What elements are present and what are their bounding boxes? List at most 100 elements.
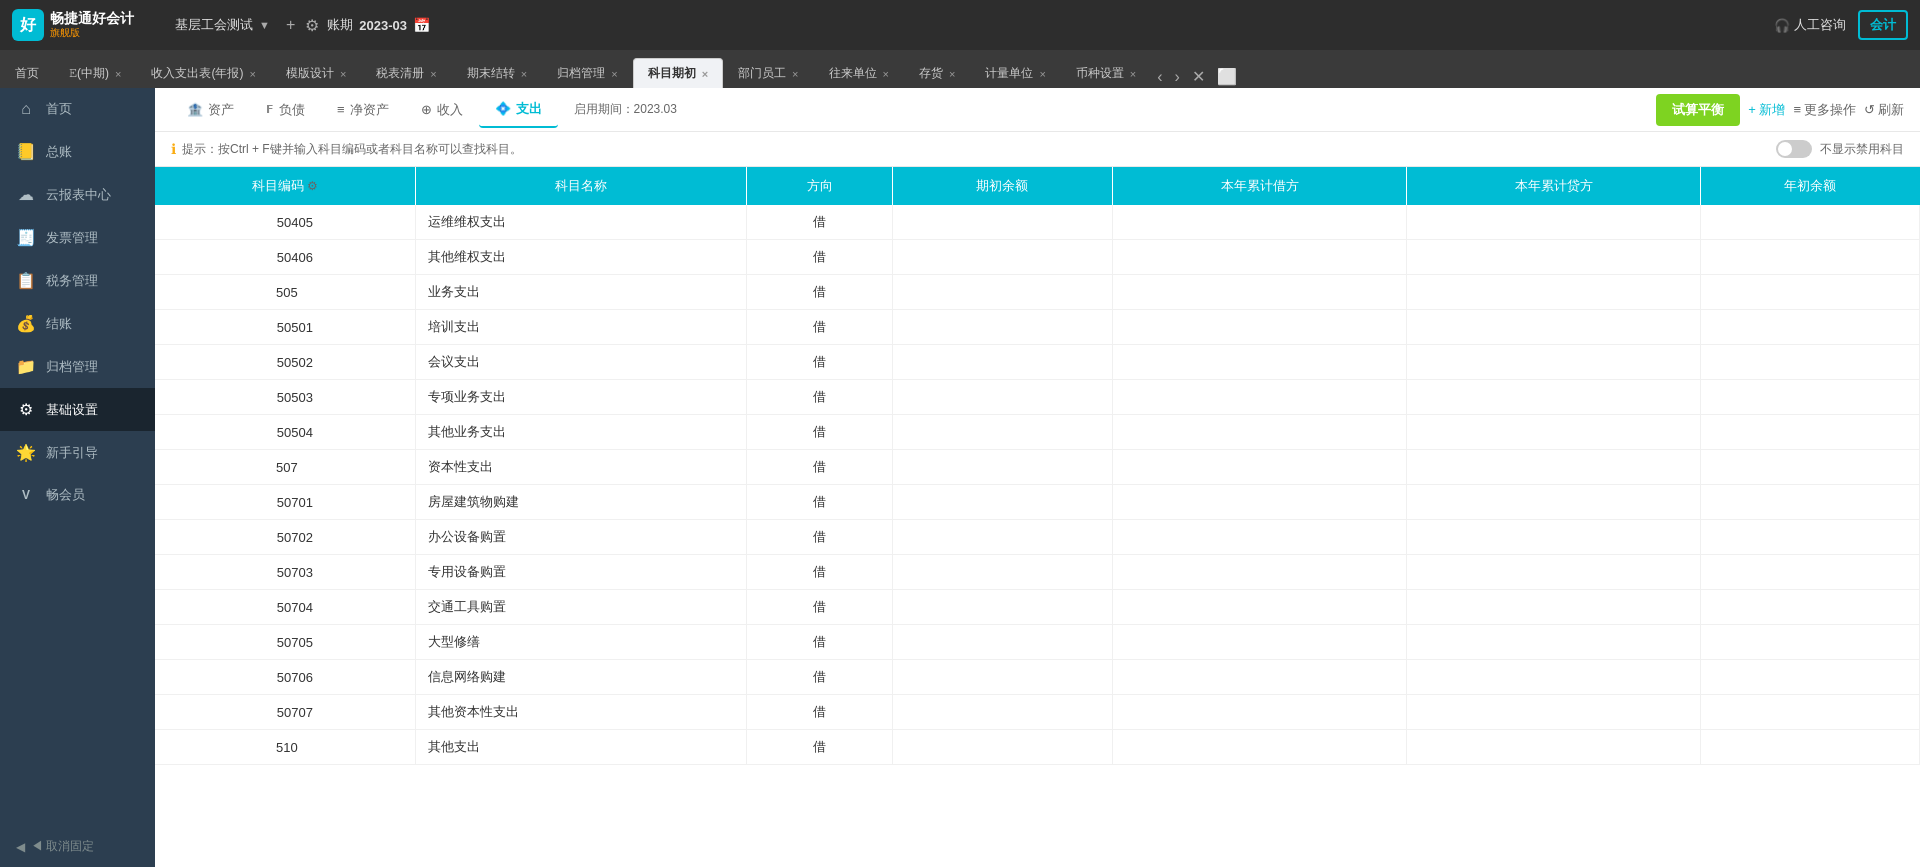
settings-icon[interactable]: ⚙ xyxy=(305,16,319,35)
tab-expand[interactable]: ⬜ xyxy=(1211,67,1243,86)
cell-ytd-debit xyxy=(1112,450,1406,485)
more-btn[interactable]: ≡ 更多操作 xyxy=(1793,101,1856,119)
archive-icon: 📁 xyxy=(16,357,36,376)
cell-name: 业务支出 xyxy=(415,275,746,310)
tab-home-label: 首页 xyxy=(15,65,39,82)
sidebar-item-tax[interactable]: 📋 税务管理 xyxy=(0,259,155,302)
tab-unit[interactable]: 计量单位 × xyxy=(970,58,1060,88)
table-row[interactable]: 50501培训支出借 xyxy=(155,310,1920,345)
more-label: 更多操作 xyxy=(1804,101,1856,119)
account-btn[interactable]: 会计 xyxy=(1858,10,1908,40)
tab-income-annual[interactable]: 收入支出表(年报) × xyxy=(136,58,270,88)
tab-period-end-close[interactable]: × xyxy=(521,68,527,80)
table-row[interactable]: 50701房屋建筑物购建借 xyxy=(155,485,1920,520)
table-row[interactable]: 50707其他资本性支出借 xyxy=(155,695,1920,730)
cell-ytd-debit xyxy=(1112,240,1406,275)
col-year-opening: 年初余额 xyxy=(1701,167,1920,205)
tab-archive-close[interactable]: × xyxy=(611,68,617,80)
table-row[interactable]: 50504其他业务支出借 xyxy=(155,415,1920,450)
sidebar-item-invoice[interactable]: 🧾 发票管理 xyxy=(0,216,155,259)
tab-tax-clear[interactable]: 税表清册 × xyxy=(361,58,451,88)
tab-income-annual-close[interactable]: × xyxy=(249,68,255,80)
sidebar-item-cloud-report[interactable]: ☁ 云报表中心 xyxy=(0,173,155,216)
tab-currency-close[interactable]: × xyxy=(1130,68,1136,80)
tab-nav-next[interactable]: › xyxy=(1169,68,1186,86)
table-row[interactable]: 50702办公设备购置借 xyxy=(155,520,1920,555)
tab-counterpart-close[interactable]: × xyxy=(883,68,889,80)
tab-period-end[interactable]: 期末结转 × xyxy=(452,58,542,88)
sidebar-collapse-btn[interactable]: ◀ ◀ 取消固定 xyxy=(0,826,155,867)
cell-name: 会议支出 xyxy=(415,345,746,380)
sidebar: ⌂ 首页 📒 总账 ☁ 云报表中心 🧾 发票管理 📋 税务管理 💰 结账 📁 归… xyxy=(0,88,155,867)
disable-toggle[interactable] xyxy=(1776,140,1812,158)
tab-interim-close[interactable]: × xyxy=(115,68,121,80)
subtab-equity[interactable]: ≡ 净资产 xyxy=(321,93,405,127)
calendar-icon[interactable]: 📅 xyxy=(413,17,430,33)
top-bar: 好 畅捷通好会计 旗舰版 基层工会测试 ▼ + ⚙ 账期 2023-03 📅 🎧… xyxy=(0,0,1920,50)
cell-ytd-credit xyxy=(1407,485,1701,520)
tab-home[interactable]: 首页 xyxy=(0,58,54,88)
table-row[interactable]: 507资本性支出借 xyxy=(155,450,1920,485)
cell-code: 510 xyxy=(155,730,415,765)
subtab-expense[interactable]: 💠 支出 xyxy=(479,92,558,128)
table-row[interactable]: 50703专用设备购置借 xyxy=(155,555,1920,590)
table-row[interactable]: 50405运维维权支出借 xyxy=(155,205,1920,240)
tab-nav-prev[interactable]: ‹ xyxy=(1151,68,1168,86)
tab-unit-close[interactable]: × xyxy=(1039,68,1045,80)
cell-year-opening xyxy=(1701,345,1920,380)
tab-template[interactable]: 模版设计 × xyxy=(271,58,361,88)
table-row[interactable]: 505业务支出借 xyxy=(155,275,1920,310)
tab-tax-clear-close[interactable]: × xyxy=(430,68,436,80)
cell-year-opening xyxy=(1701,555,1920,590)
table-row[interactable]: 50502会议支出借 xyxy=(155,345,1920,380)
sidebar-item-archive-mgmt[interactable]: 📁 归档管理 xyxy=(0,345,155,388)
table-row[interactable]: 50705大型修缮借 xyxy=(155,625,1920,660)
cell-direction: 借 xyxy=(747,625,893,660)
tab-subject-init[interactable]: 科目期初 × xyxy=(633,58,723,88)
sidebar-item-basic-settings[interactable]: ⚙ 基础设置 xyxy=(0,388,155,431)
tab-archive[interactable]: 归档管理 × xyxy=(542,58,632,88)
cell-ytd-credit xyxy=(1407,730,1701,765)
content-area: 🏦 资产 𝗙 负债 ≡ 净资产 ⊕ 收入 💠 支出 启用期间：2023.03 试… xyxy=(155,88,1920,867)
tab-template-close[interactable]: × xyxy=(340,68,346,80)
table-row[interactable]: 50503专项业务支出借 xyxy=(155,380,1920,415)
sidebar-item-member[interactable]: V 畅会员 xyxy=(0,474,155,516)
add-btn[interactable]: + 新增 xyxy=(1748,101,1785,119)
tab-interim[interactable]: 𝙴(中期) × xyxy=(54,58,136,88)
tab-dept-staff[interactable]: 部门员工 × xyxy=(723,58,813,88)
col-code-settings-icon[interactable]: ⚙ xyxy=(307,179,318,193)
sidebar-item-tax-label: 税务管理 xyxy=(46,272,98,290)
subtab-income[interactable]: ⊕ 收入 xyxy=(405,93,479,127)
sidebar-item-settlement[interactable]: 💰 结账 xyxy=(0,302,155,345)
cell-year-opening xyxy=(1701,415,1920,450)
table-container[interactable]: 科目编码 ⚙ 科目名称 方向 期初余额 本年累计借方 本年累计贷方 年初余额 5… xyxy=(155,167,1920,867)
company-selector[interactable]: 基层工会测试 ▼ xyxy=(175,16,270,34)
sidebar-item-home[interactable]: ⌂ 首页 xyxy=(0,88,155,130)
tab-subject-init-close[interactable]: × xyxy=(702,68,708,80)
cell-direction: 借 xyxy=(747,310,893,345)
table-row[interactable]: 50406其他维权支出借 xyxy=(155,240,1920,275)
tab-currency[interactable]: 币种设置 × xyxy=(1061,58,1151,88)
settings-sidebar-icon: ⚙ xyxy=(16,400,36,419)
subtab-asset[interactable]: 🏦 资产 xyxy=(171,93,250,127)
collapse-label: ◀ 取消固定 xyxy=(31,838,94,855)
cell-direction: 借 xyxy=(747,450,893,485)
tab-inventory[interactable]: 存货 × xyxy=(904,58,970,88)
cell-direction: 借 xyxy=(747,555,893,590)
subtab-liability[interactable]: 𝗙 负债 xyxy=(250,93,321,127)
sidebar-item-ledger[interactable]: 📒 总账 xyxy=(0,130,155,173)
tab-counterpart[interactable]: 往来单位 × xyxy=(814,58,904,88)
refresh-btn[interactable]: ↺ 刷新 xyxy=(1864,101,1904,119)
add-company-btn[interactable]: + xyxy=(286,16,295,34)
table-row[interactable]: 510其他支出借 xyxy=(155,730,1920,765)
table-row[interactable]: 50706信息网络购建借 xyxy=(155,660,1920,695)
balance-btn[interactable]: 试算平衡 xyxy=(1656,94,1740,126)
cell-code: 507 xyxy=(155,450,415,485)
help-btn[interactable]: 🎧 人工咨询 xyxy=(1774,16,1846,34)
tab-inventory-close[interactable]: × xyxy=(949,68,955,80)
table-row[interactable]: 50704交通工具购置借 xyxy=(155,590,1920,625)
tab-close-all[interactable]: ✕ xyxy=(1186,67,1211,86)
tab-dept-staff-close[interactable]: × xyxy=(792,68,798,80)
cell-name: 大型修缮 xyxy=(415,625,746,660)
sidebar-item-guide[interactable]: 🌟 新手引导 xyxy=(0,431,155,474)
